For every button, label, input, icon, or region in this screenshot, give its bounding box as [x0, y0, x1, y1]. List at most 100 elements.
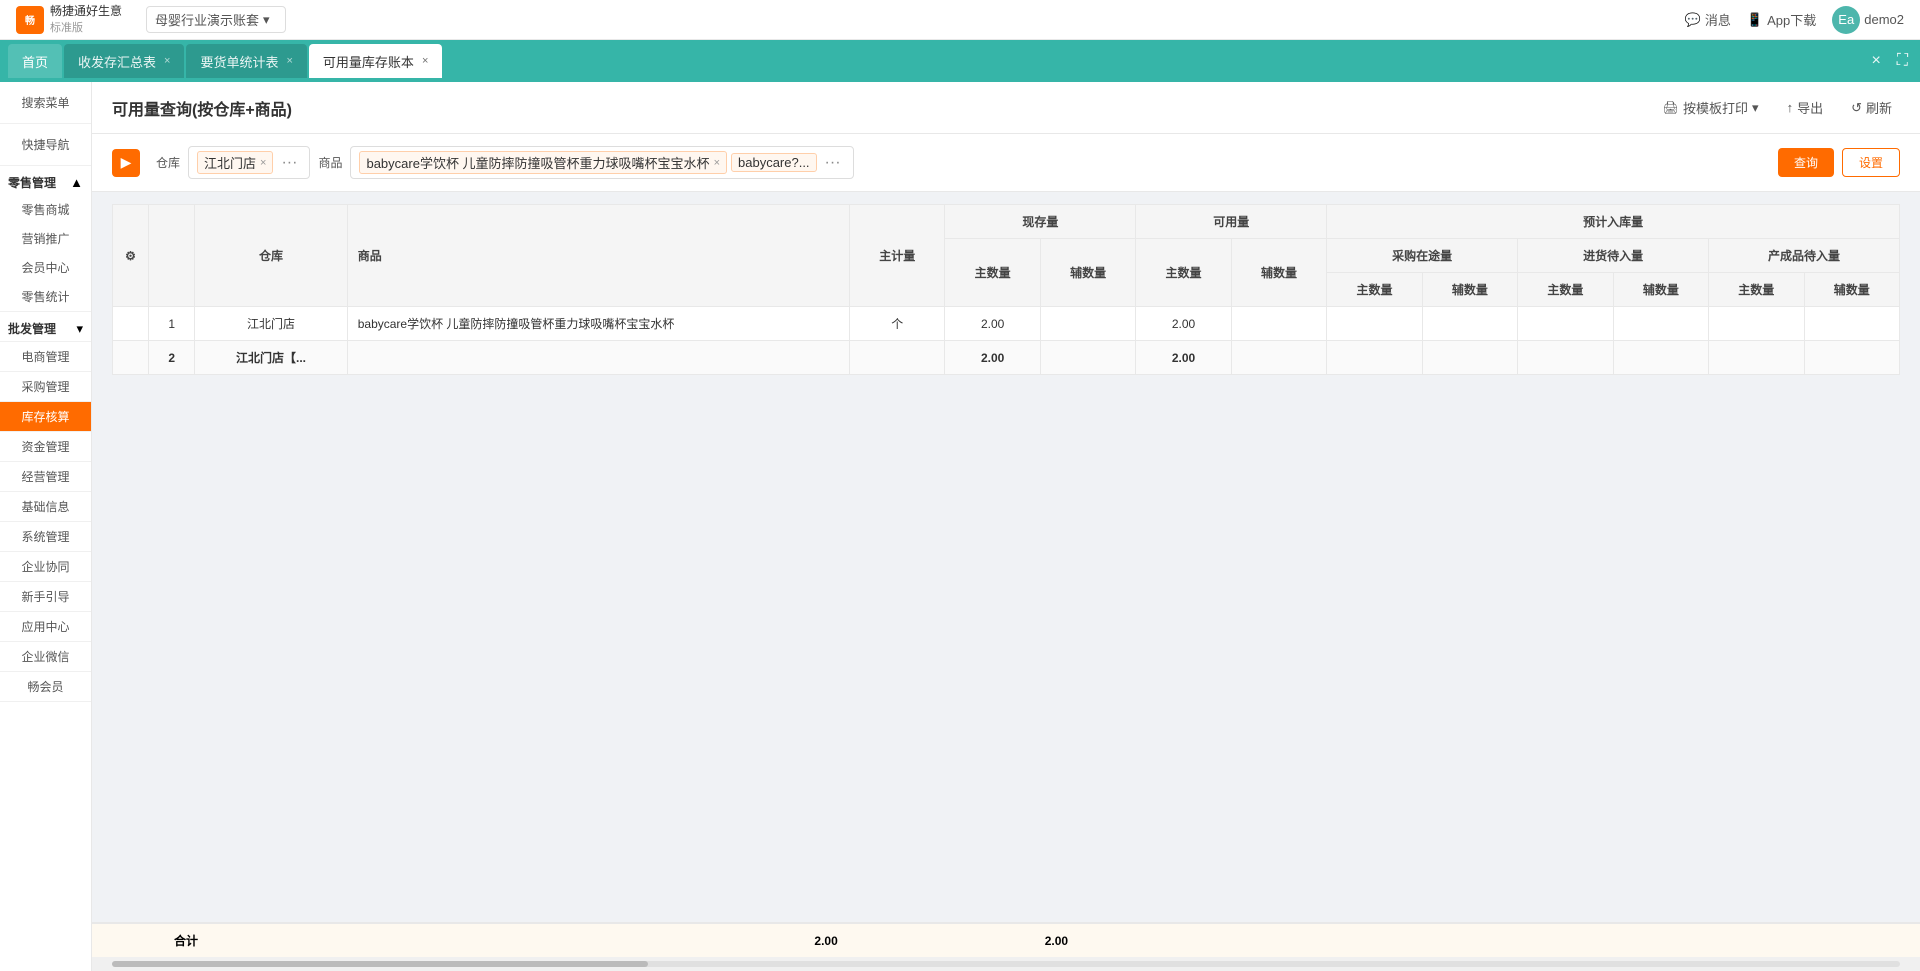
col-planned: 预计入库量	[1327, 205, 1900, 239]
cell-stock-aux2	[1040, 341, 1135, 375]
sidebar-retail-header[interactable]: 零售管理 ▲	[0, 166, 91, 195]
export-label: 导出	[1797, 98, 1823, 117]
app-icon: 📱	[1747, 12, 1763, 28]
avatar: Ea	[1832, 6, 1860, 34]
footer-label: 合计	[164, 924, 279, 957]
sidebar-item-system[interactable]: 系统管理	[0, 522, 91, 551]
sidebar-item-retail-stats[interactable]: 零售统计	[0, 282, 91, 311]
col-settings: ⚙	[113, 205, 149, 307]
cell-product2	[347, 341, 849, 375]
export-btn[interactable]: ↑ 导出	[1779, 94, 1832, 121]
col-inbound-pending: 进货待入量	[1518, 239, 1709, 273]
filter-toggle-btn[interactable]: ▶	[112, 149, 140, 177]
warehouse-more-btn[interactable]: ···	[277, 154, 301, 172]
sidebar-item-enterprise[interactable]: 企业协同	[0, 552, 91, 581]
sidebar-search-btn[interactable]: 搜索菜单	[0, 88, 91, 117]
refresh-btn[interactable]: ↺ 刷新	[1843, 94, 1900, 121]
sidebar-item-newguide[interactable]: 新手引导	[0, 582, 91, 611]
industry-selector[interactable]: 母婴行业演示账套 ▾	[146, 6, 286, 33]
cell-unit2	[849, 341, 944, 375]
tab-home[interactable]: 首页	[8, 44, 62, 78]
col-product: 商品	[347, 205, 849, 307]
sidebar-wholesale: 批发管理 ▾	[0, 312, 91, 342]
cell-warehouse2: 江北门店【...	[195, 341, 347, 375]
product-input[interactable]: babycare学饮杯 儿童防摔防撞吸管杯重力球吸嘴杯宝宝水杯 × babyca…	[350, 146, 853, 179]
table-row: 2 江北门店【... 2.00 2.00	[113, 341, 1900, 375]
sidebar-item-appcenter[interactable]: 应用中心	[0, 612, 91, 641]
dropdown-icon: ▾	[263, 12, 270, 28]
tab-order[interactable]: 要货单统计表 ×	[186, 44, 306, 78]
col-rownum	[149, 205, 195, 307]
settings-button[interactable]: 设置	[1842, 148, 1900, 177]
print-btn[interactable]: 🖨 按模板打印 ▾	[1655, 94, 1767, 121]
avatar-initial: Ea	[1838, 12, 1854, 27]
sidebar-item-ecommerce[interactable]: 电商管理	[0, 342, 91, 371]
product-tag-1-text: babycare学饮杯 儿童防摔防撞吸管杯重力球吸嘴杯宝宝水杯	[366, 153, 709, 172]
scroll-bar-thumb[interactable]	[112, 961, 648, 967]
tab-income[interactable]: 收发存汇总表 ×	[64, 44, 184, 78]
col-purchase-transit: 采购在途量	[1327, 239, 1518, 273]
col-warehouse: 仓库	[195, 205, 347, 307]
footer-avail-main: 2.00	[999, 924, 1114, 957]
cell-unit: 个	[849, 307, 944, 341]
tab-available[interactable]: 可用量库存账本 ×	[309, 44, 442, 78]
query-button[interactable]: 查询	[1778, 148, 1834, 177]
refresh-label: 刷新	[1866, 98, 1892, 117]
sidebar-item-purchase[interactable]: 采购管理	[0, 372, 91, 401]
sidebar-item-shop[interactable]: 零售商城	[0, 195, 91, 224]
scroll-bar-area[interactable]	[92, 957, 1920, 971]
page-actions: 🖨 按模板打印 ▾ ↑ 导出 ↺ 刷新	[1655, 94, 1901, 121]
sidebar-item-marketing[interactable]: 营销推广	[0, 224, 91, 253]
app-download-btn[interactable]: 📱 App下载	[1747, 10, 1816, 29]
sidebar-item-operation[interactable]: 经营管理	[0, 462, 91, 491]
sidebar-item-member[interactable]: 会员中心	[0, 253, 91, 282]
cell-pp-main	[1709, 307, 1804, 341]
tab-order-close[interactable]: ×	[286, 55, 292, 67]
sidebar-item-basic[interactable]: 基础信息	[0, 492, 91, 521]
col-unit: 主计量	[849, 205, 944, 307]
product-more-btn[interactable]: ···	[821, 154, 845, 172]
sidebar-item-finance[interactable]: 资金管理	[0, 432, 91, 461]
message-btn[interactable]: 💬 消息	[1685, 10, 1731, 29]
col-ip-aux: 辅数量	[1613, 273, 1708, 307]
user-info[interactable]: Ea demo2	[1832, 6, 1904, 34]
sidebar-wholesale-title: 批发管理	[8, 320, 56, 337]
fullscreen-btn[interactable]: ⛶	[1893, 48, 1912, 74]
sidebar-quicknav-section: 快捷导航	[0, 124, 91, 166]
sidebar-weixin: 企业微信	[0, 642, 91, 672]
print-label: 按模板打印	[1683, 98, 1748, 117]
sidebar: 搜索菜单 快捷导航 零售管理 ▲ 零售商城 营销推广 会员中心 零售统计 批发管…	[0, 82, 92, 971]
footer-ip-aux	[1575, 924, 1690, 957]
product-tag-1-remove[interactable]: ×	[714, 157, 720, 169]
cell-avail-aux2	[1231, 341, 1326, 375]
footer-ip-main	[1459, 924, 1574, 957]
tab-income-close[interactable]: ×	[164, 55, 170, 67]
cell-ip-main2	[1518, 341, 1613, 375]
close-all-btn[interactable]: ×	[1867, 48, 1884, 74]
cell-pt-main	[1327, 307, 1422, 341]
sidebar-wholesale-header[interactable]: 批发管理 ▾	[0, 312, 91, 341]
warehouse-tag: 江北门店 ×	[197, 151, 273, 174]
cell-pt-main2	[1327, 341, 1422, 375]
sidebar-operation: 经营管理	[0, 462, 91, 492]
top-bar: 畅 畅捷通好生意 标准版 母婴行业演示账套 ▾ 💬 消息 📱 App下载 Ea …	[0, 0, 1920, 40]
message-icon: 💬	[1685, 12, 1701, 28]
sidebar-item-inventory[interactable]: 库存核算	[0, 402, 91, 431]
footer-avail-aux	[1114, 924, 1229, 957]
page-title: 可用量查询(按仓库+商品)	[112, 96, 292, 120]
warehouse-input[interactable]: 江北门店 × ···	[188, 146, 310, 179]
nav-tabs-right: × ⛶	[1867, 48, 1912, 74]
scroll-bar-track[interactable]	[112, 961, 1900, 967]
dropdown-arrow-icon: ▾	[1752, 100, 1759, 116]
col-stock-main: 主数量	[945, 239, 1040, 307]
top-bar-right: 💬 消息 📱 App下载 Ea demo2	[1685, 6, 1904, 34]
filter-actions: 查询 设置	[1778, 148, 1900, 177]
sidebar-item-changyuanyuan[interactable]: 畅会员	[0, 672, 91, 701]
sidebar-quicknav[interactable]: 快捷导航	[0, 130, 91, 159]
warehouse-tag-remove[interactable]: ×	[260, 157, 266, 169]
table-row: 1 江北门店 babycare学饮杯 儿童防摔防撞吸管杯重力球吸嘴杯宝宝水杯 个…	[113, 307, 1900, 341]
warehouse-label: 仓库	[156, 154, 180, 171]
sidebar-item-weixin[interactable]: 企业微信	[0, 642, 91, 671]
cell-product: babycare学饮杯 儿童防摔防撞吸管杯重力球吸嘴杯宝宝水杯	[347, 307, 849, 341]
tab-available-close[interactable]: ×	[422, 55, 428, 67]
